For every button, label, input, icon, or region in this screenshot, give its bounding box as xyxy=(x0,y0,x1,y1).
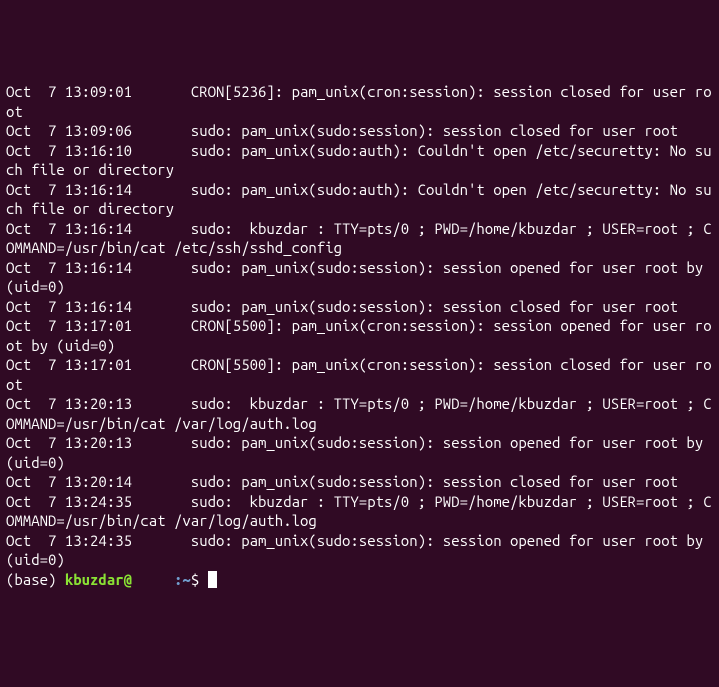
log-line: Oct 7 13:20:13 sudo: pam_unix(sudo:sessi… xyxy=(6,433,713,472)
log-line: Oct 7 13:20:13 sudo: kbuzdar : TTY=pts/0… xyxy=(6,394,713,433)
log-line: Oct 7 13:16:14 sudo: pam_unix(sudo:auth)… xyxy=(6,180,713,219)
prompt-user: kbuzdar@ xyxy=(65,571,132,588)
log-line: Oct 7 13:16:14 sudo: kbuzdar : TTY=pts/0… xyxy=(6,219,713,258)
prompt-env-prefix: (base) xyxy=(6,571,65,588)
shell-prompt[interactable]: (base) kbuzdar@ :~$ xyxy=(6,570,713,590)
cursor-icon xyxy=(208,571,217,588)
prompt-host xyxy=(132,571,174,588)
log-line: Oct 7 13:24:35 sudo: kbuzdar : TTY=pts/0… xyxy=(6,492,713,531)
log-line: Oct 7 13:24:35 sudo: pam_unix(sudo:sessi… xyxy=(6,531,713,570)
log-line: Oct 7 13:16:14 sudo: pam_unix(sudo:sessi… xyxy=(6,258,713,297)
terminal-output: Oct 7 13:09:01 CRON[5236]: pam_unix(cron… xyxy=(6,82,713,570)
log-line: Oct 7 13:09:06 sudo: pam_unix(sudo:sessi… xyxy=(6,121,713,141)
prompt-symbol: $ xyxy=(191,571,208,588)
log-line: Oct 7 13:17:01 CRON[5500]: pam_unix(cron… xyxy=(6,355,713,394)
prompt-path: :~ xyxy=(174,571,191,588)
log-line: Oct 7 13:16:10 sudo: pam_unix(sudo:auth)… xyxy=(6,141,713,180)
log-line: Oct 7 13:17:01 CRON[5500]: pam_unix(cron… xyxy=(6,316,713,355)
log-line: Oct 7 13:20:14 sudo: pam_unix(sudo:sessi… xyxy=(6,472,713,492)
log-line: Oct 7 13:09:01 CRON[5236]: pam_unix(cron… xyxy=(6,82,713,121)
log-line: Oct 7 13:16:14 sudo: pam_unix(sudo:sessi… xyxy=(6,297,713,317)
